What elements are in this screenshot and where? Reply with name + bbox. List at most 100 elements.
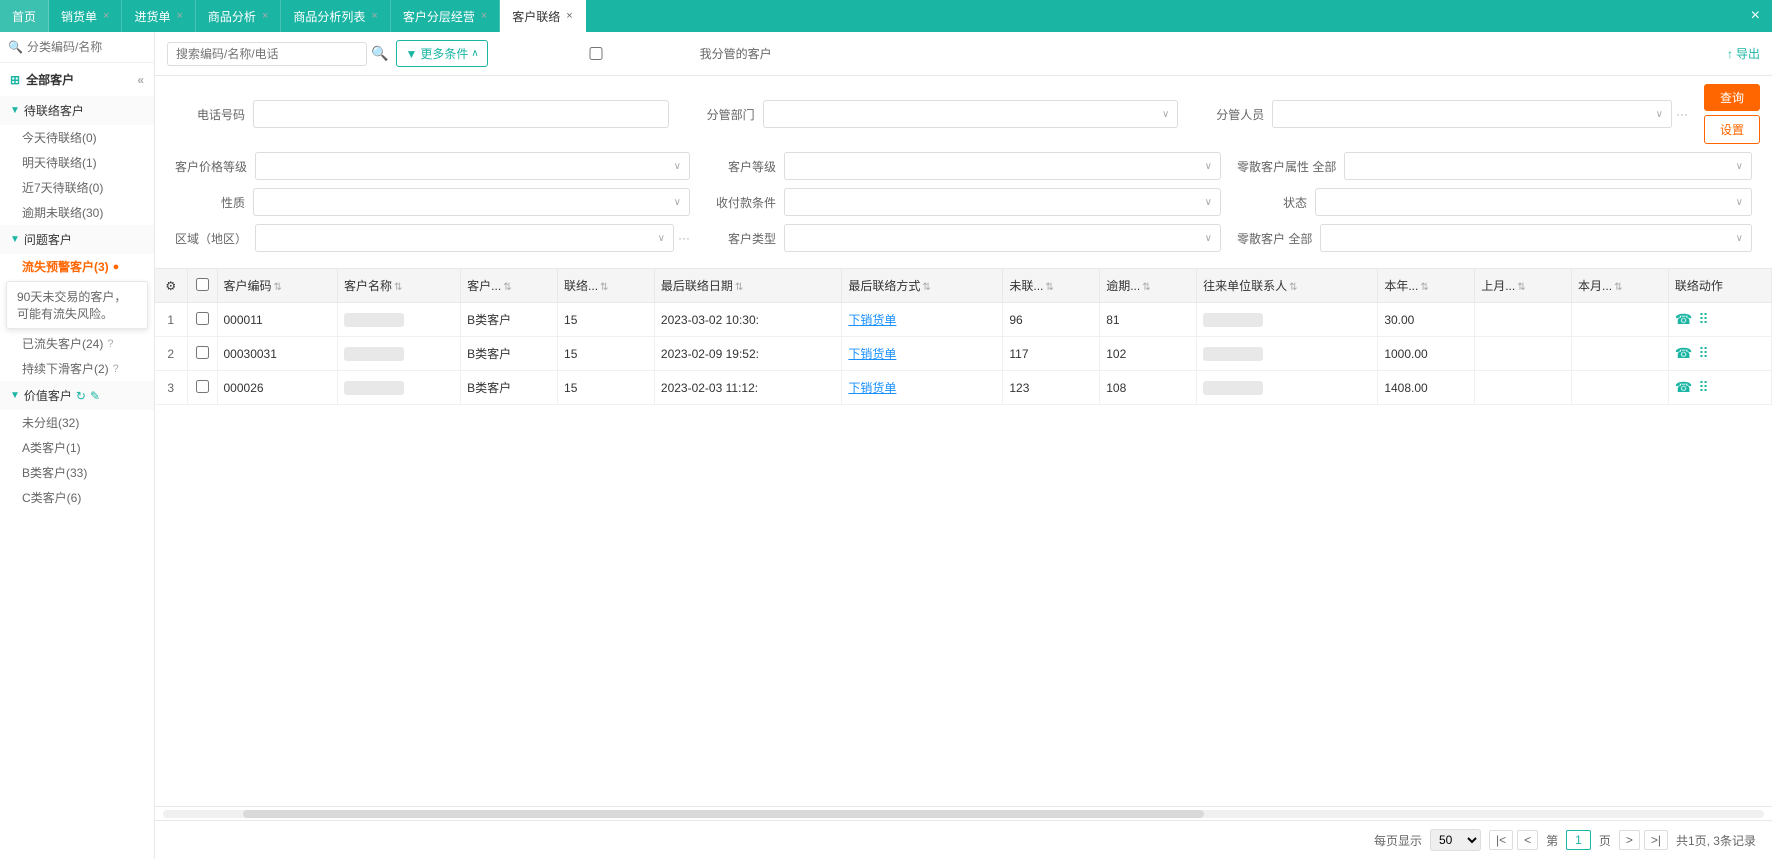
tab-product-analysis-close[interactable]: × xyxy=(262,10,268,22)
row-method-2[interactable]: 下销货单 xyxy=(842,371,1003,405)
sidebar-search-input[interactable] xyxy=(27,40,155,54)
next-page-button[interactable]: > xyxy=(1619,830,1640,850)
row-code-1: 00030031 xyxy=(217,337,337,371)
row-this-year-1: 1000.00 xyxy=(1378,337,1475,371)
action-more-1[interactable]: ⠿ xyxy=(1698,345,1708,362)
th-this-year[interactable]: 本年...⇅ xyxy=(1378,269,1475,303)
filter-phone-input[interactable] xyxy=(253,100,669,128)
th-type[interactable]: 客户...⇅ xyxy=(461,269,558,303)
sidebar-item-churn-warning[interactable]: 流失预警客户(3) ● xyxy=(0,254,154,279)
tab-customer-layer[interactable]: 客户分层经营 × xyxy=(391,0,500,32)
filter-button[interactable]: ▼ 更多条件 ∧ xyxy=(396,40,487,67)
sidebar-item-churned[interactable]: 已流失客户(24) ? xyxy=(0,331,154,356)
sidebar-root[interactable]: ⊞ 全部客户 « xyxy=(0,63,154,96)
data-table-container: ⚙ 客户编码⇅ 客户名称⇅ 客户...⇅ 联络...⇅ 最后联络日期⇅ 最后联络… xyxy=(155,269,1772,806)
row-name-0 xyxy=(337,303,460,337)
sidebar-item-today[interactable]: 今天待联络(0) xyxy=(0,125,154,150)
sidebar-item-unclassified[interactable]: 未分组(32) xyxy=(0,410,154,435)
th-action: 联络动作 xyxy=(1668,269,1771,303)
prev-page-button[interactable]: < xyxy=(1517,830,1538,850)
query-button[interactable]: 查询 xyxy=(1704,84,1760,111)
my-customers-checkbox[interactable] xyxy=(496,47,696,60)
tab-sales[interactable]: 销货单 × xyxy=(49,0,122,32)
filter-retail-select[interactable]: ∨ xyxy=(1320,224,1752,252)
th-contacts[interactable]: 往来单位联系人⇅ xyxy=(1197,269,1378,303)
filter-retail-attr-select[interactable]: ∨ xyxy=(1344,152,1752,180)
filter-status-select[interactable]: ∨ xyxy=(1315,188,1752,216)
th-settings[interactable]: ⚙ xyxy=(155,269,187,303)
action-contact-2[interactable]: ☎ xyxy=(1675,379,1692,396)
tab-product-analysis-list[interactable]: 商品分析列表 × xyxy=(281,0,390,32)
sidebar-section-problem-title[interactable]: ▼ 问题客户 xyxy=(0,225,154,254)
sidebar-section-pending-title[interactable]: ▼ 待联络客户 xyxy=(0,96,154,125)
th-uncontacted[interactable]: 未联...⇅ xyxy=(1003,269,1100,303)
sidebar-item-overdue[interactable]: 逾期未联络(30) xyxy=(0,200,154,225)
sidebar-item-class-c[interactable]: C类客户(6) xyxy=(0,485,154,510)
tab-purchase[interactable]: 进货单 × xyxy=(122,0,195,32)
th-contact-count[interactable]: 联络...⇅ xyxy=(558,269,655,303)
row-this-year-2: 1408.00 xyxy=(1378,371,1475,405)
export-button[interactable]: ↑ 导出 xyxy=(1727,45,1760,62)
th-last-month[interactable]: 上月...⇅ xyxy=(1475,269,1572,303)
sidebar-item-class-a[interactable]: A类客户(1) xyxy=(0,435,154,460)
th-overdue[interactable]: 逾期...⇅ xyxy=(1100,269,1197,303)
window-close-button[interactable]: × xyxy=(1747,3,1764,29)
th-this-month[interactable]: 本月...⇅ xyxy=(1572,269,1669,303)
search-button[interactable]: 🔍 xyxy=(371,45,388,62)
row-this-month-1 xyxy=(1572,337,1669,371)
sort-icon-contact: ⇅ xyxy=(600,282,608,293)
action-more-2[interactable]: ⠿ xyxy=(1698,379,1708,396)
th-checkbox[interactable] xyxy=(187,269,217,303)
sidebar-section-value-title[interactable]: ▼ 价值客户 ↻ ✎ xyxy=(0,381,154,410)
action-contact-0[interactable]: ☎ xyxy=(1675,311,1692,328)
row-method-0[interactable]: 下销货单 xyxy=(842,303,1003,337)
filter-nature-select[interactable]: ∨ xyxy=(253,188,690,216)
row-contacts-0 xyxy=(1197,303,1378,337)
row-actions-1: ☎ ⠿ xyxy=(1668,337,1771,371)
tab-product-analysis[interactable]: 商品分析 × xyxy=(196,0,281,32)
action-contact-1[interactable]: ☎ xyxy=(1675,345,1692,362)
th-last-method[interactable]: 最后联络方式⇅ xyxy=(842,269,1003,303)
sidebar-collapse-icon[interactable]: « xyxy=(137,73,144,87)
filter-payment-select[interactable]: ∨ xyxy=(784,188,1221,216)
row-checkbox-1[interactable] xyxy=(187,337,217,371)
tab-sales-close[interactable]: × xyxy=(103,10,109,22)
th-last-date[interactable]: 最后联络日期⇅ xyxy=(654,269,841,303)
filter-price-select[interactable]: ∨ xyxy=(255,152,690,180)
th-code[interactable]: 客户编码⇅ xyxy=(217,269,337,303)
filter-region-select[interactable]: ∨ xyxy=(255,224,674,252)
refresh-icon[interactable]: ↻ xyxy=(76,389,86,403)
tab-customer-contact[interactable]: 客户联络 × xyxy=(500,0,585,32)
page-size-select[interactable]: 50 100 200 xyxy=(1430,829,1481,851)
select-all-checkbox[interactable] xyxy=(196,278,209,291)
th-name[interactable]: 客户名称⇅ xyxy=(337,269,460,303)
tab-customer-layer-close[interactable]: × xyxy=(481,10,487,22)
filter-person-select[interactable]: ∨ xyxy=(1272,100,1672,128)
row-method-1[interactable]: 下销货单 xyxy=(842,337,1003,371)
row-checkbox-0[interactable] xyxy=(187,303,217,337)
sidebar-item-tomorrow[interactable]: 明天待联络(1) xyxy=(0,150,154,175)
tab-product-analysis-list-close[interactable]: × xyxy=(371,10,377,22)
first-page-button[interactable]: |< xyxy=(1489,830,1513,850)
tab-home[interactable]: 首页 xyxy=(0,0,49,32)
filter-customer-level-select[interactable]: ∨ xyxy=(784,152,1221,180)
sidebar-section-problem: ▼ 问题客户 流失预警客户(3) ● 90天未交易的客户，可能有流失风险。 已流… xyxy=(0,225,154,381)
edit-icon[interactable]: ✎ xyxy=(90,389,100,403)
person-down-arrow: ∨ xyxy=(1656,109,1663,120)
horizontal-scrollbar[interactable] xyxy=(155,806,1772,820)
sidebar-item-7days[interactable]: 近7天待联络(0) xyxy=(0,175,154,200)
settings-button[interactable]: 设置 xyxy=(1704,115,1760,144)
filter-dept-select[interactable]: ∨ xyxy=(763,100,1179,128)
filter-more-1[interactable]: ··· xyxy=(1676,107,1688,121)
filter-more-2[interactable]: ··· xyxy=(678,231,690,245)
search-input[interactable] xyxy=(167,42,367,66)
tab-customer-contact-close[interactable]: × xyxy=(566,10,572,22)
last-page-button[interactable]: >| xyxy=(1644,830,1668,850)
filter-status-label: 状态 xyxy=(1237,194,1307,211)
sidebar-item-class-b[interactable]: B类客户(33) xyxy=(0,460,154,485)
tab-purchase-close[interactable]: × xyxy=(176,10,182,22)
action-more-0[interactable]: ⠿ xyxy=(1698,311,1708,328)
row-checkbox-2[interactable] xyxy=(187,371,217,405)
sidebar-item-declining[interactable]: 持续下滑客户(2) ? xyxy=(0,356,154,381)
filter-customer-type-select[interactable]: ∨ xyxy=(784,224,1221,252)
